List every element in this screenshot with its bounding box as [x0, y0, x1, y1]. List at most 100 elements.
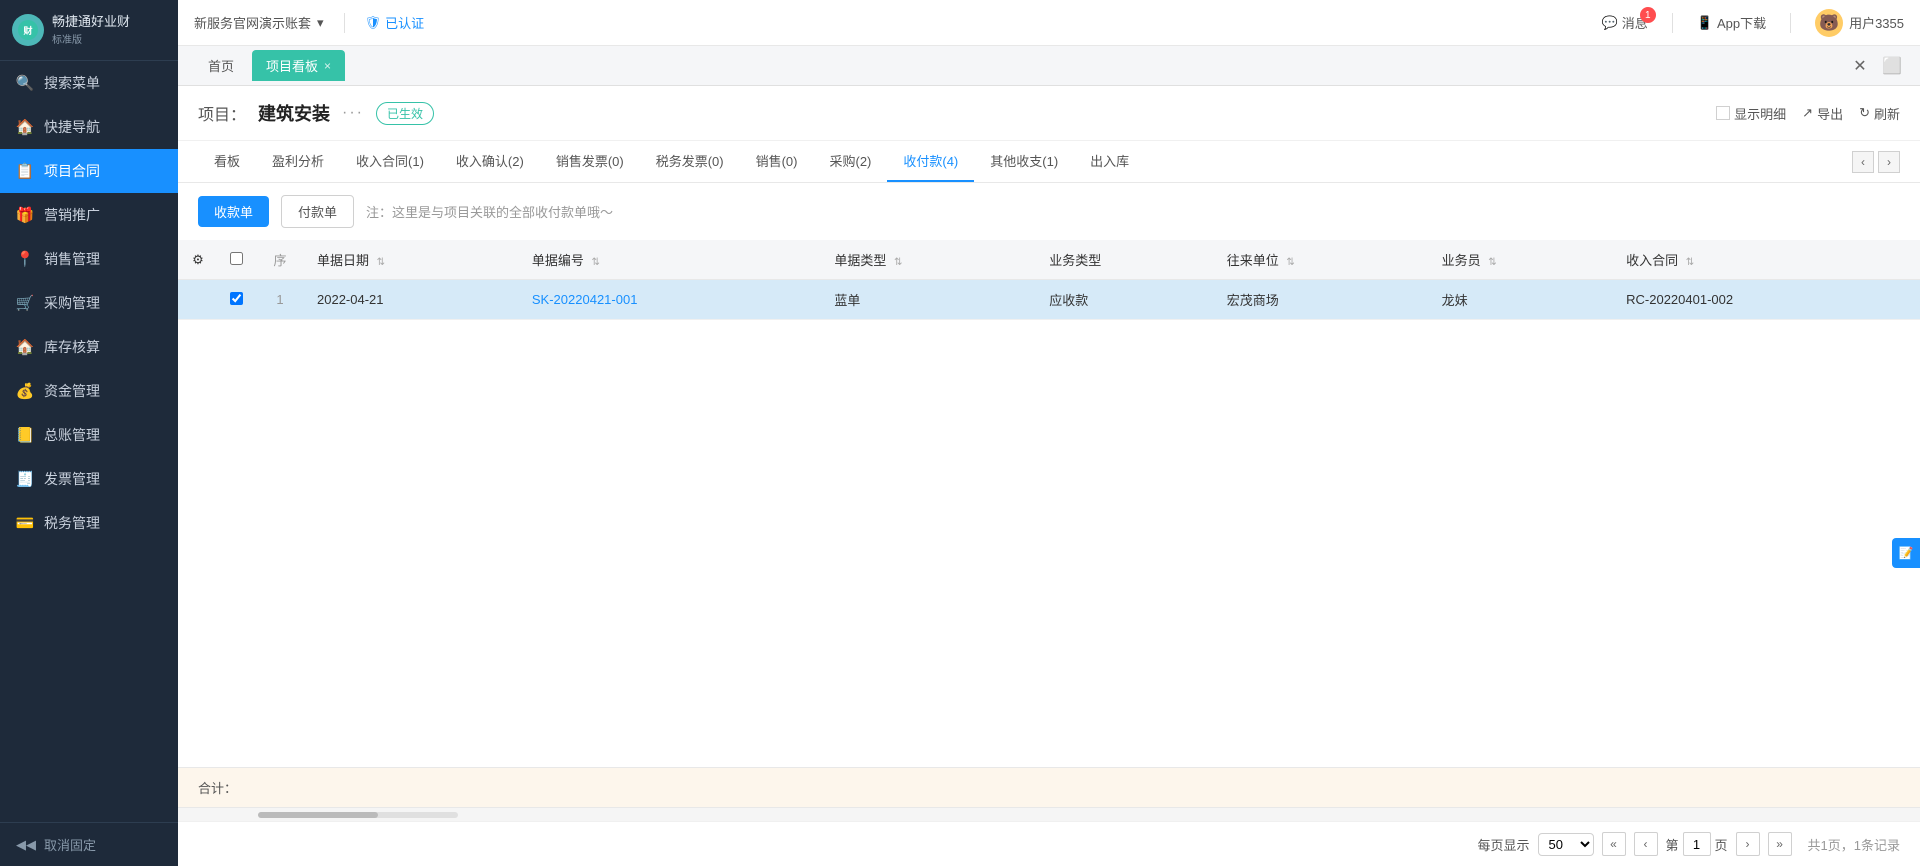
- row-code[interactable]: SK-20220421-001: [520, 280, 822, 320]
- page-input[interactable]: [1683, 832, 1711, 856]
- subtab-receipt[interactable]: 收付款(4): [887, 141, 974, 182]
- total-info: 共1页，1条记录: [1808, 835, 1900, 854]
- row-checkbox-cell[interactable]: [218, 280, 255, 320]
- scrollbar-thumb[interactable]: [258, 812, 378, 818]
- select-all-header[interactable]: [218, 240, 255, 280]
- table-container[interactable]: ⚙ 序 单据日期 ⇅ 单据编号 ⇅: [178, 240, 1920, 767]
- side-note-panel[interactable]: 📝: [1892, 538, 1920, 568]
- subtab-kanban[interactable]: 看板: [198, 141, 256, 182]
- salesman-label: 业务员: [1442, 253, 1481, 268]
- tab-close-icon[interactable]: ×: [324, 59, 331, 73]
- horizontal-scrollbar[interactable]: [178, 807, 1920, 821]
- account-name: 新服务官网演示账套: [194, 13, 311, 32]
- show-detail-label: 显示明细: [1734, 104, 1786, 123]
- subtab-sales-invoice[interactable]: 销售发票(0): [540, 141, 640, 182]
- sidebar-item-finance[interactable]: 💰 资金管理: [0, 369, 178, 413]
- sales-icon: 📍: [16, 250, 34, 268]
- close-window-button[interactable]: ✕: [1848, 54, 1872, 78]
- subtab-sales[interactable]: 销售(0): [740, 141, 814, 182]
- app-name: 畅捷通好业财: [52, 14, 130, 31]
- receipt-tab-button[interactable]: 收款单: [198, 196, 269, 227]
- salesman-sort-icon: ⇅: [1488, 257, 1496, 268]
- account-selector[interactable]: 新服务官网演示账套 ▾: [194, 13, 324, 32]
- export-button[interactable]: ↗ 导出: [1802, 104, 1843, 123]
- page-info: 第 页: [1666, 832, 1728, 856]
- app-download-button[interactable]: 📱 App下载: [1697, 13, 1766, 32]
- show-detail-toggle[interactable]: 显示明细: [1716, 104, 1786, 123]
- project-label: 项目：: [198, 101, 246, 125]
- user-menu[interactable]: 🐻 用户3355: [1815, 9, 1904, 37]
- scrollbar-track[interactable]: [258, 812, 458, 818]
- table-header: ⚙ 序 单据日期 ⇅ 单据编号 ⇅: [178, 240, 1920, 280]
- subtab-prev-button[interactable]: ‹: [1852, 151, 1874, 173]
- subtab-income-confirm[interactable]: 收入确认(2): [440, 141, 540, 182]
- subtab-profit[interactable]: 盈利分析: [256, 141, 340, 182]
- sidebar-item-label: 总账管理: [44, 425, 100, 445]
- sidebar-item-project-contract[interactable]: 📋 项目合同: [0, 149, 178, 193]
- type-header[interactable]: 单据类型 ⇅: [822, 240, 1037, 280]
- table-row[interactable]: 1 2022-04-21 SK-20220421-001 蓝单 应收款 宏茂商场…: [178, 280, 1920, 320]
- per-page-label: 每页显示: [1477, 835, 1529, 854]
- row-select-checkbox[interactable]: [230, 292, 243, 305]
- topbar-divider2: [1672, 13, 1673, 33]
- row-date: 2022-04-21: [305, 280, 520, 320]
- cancel-pin-button[interactable]: ◀◀ 取消固定: [0, 822, 178, 866]
- tab-label: 项目看板: [266, 56, 318, 75]
- show-detail-checkbox[interactable]: [1716, 106, 1730, 120]
- note-icon: 📝: [1899, 546, 1914, 560]
- data-table: ⚙ 序 单据日期 ⇅ 单据编号 ⇅: [178, 240, 1920, 320]
- last-page-button[interactable]: »: [1768, 832, 1792, 856]
- sidebar-item-search[interactable]: 🔍 搜索菜单: [0, 61, 178, 105]
- purchase-icon: 🛒: [16, 294, 34, 312]
- certified-badge: 🛡 已认证: [365, 13, 425, 32]
- sidebar-item-inventory[interactable]: 🏠 库存核算: [0, 325, 178, 369]
- maximize-window-button[interactable]: ⬜: [1880, 54, 1904, 78]
- sidebar-item-tax[interactable]: 💳 税务管理: [0, 501, 178, 545]
- row-income-contract: RC-20220401-002: [1614, 280, 1920, 320]
- tab-project-kanban[interactable]: 项目看板 ×: [252, 50, 345, 81]
- project-more-button[interactable]: ···: [342, 104, 364, 122]
- prev-page-button[interactable]: ‹: [1634, 832, 1658, 856]
- sidebar-item-marketing[interactable]: 🎁 营销推广: [0, 193, 178, 237]
- invoice-icon: 🧾: [16, 470, 34, 488]
- ledger-icon: 📒: [16, 426, 34, 444]
- per-page-select[interactable]: 50 20 100: [1538, 833, 1594, 856]
- subtab-tax-invoice[interactable]: 税务发票(0): [640, 141, 740, 182]
- sidebar-item-purchase[interactable]: 🛒 采购管理: [0, 281, 178, 325]
- date-sort-icon: ⇅: [377, 257, 385, 268]
- refresh-button[interactable]: ↻ 刷新: [1859, 104, 1900, 123]
- column-settings-header[interactable]: ⚙: [178, 240, 218, 280]
- sidebar-item-ledger[interactable]: 📒 总账管理: [0, 413, 178, 457]
- sidebar-item-sales[interactable]: 📍 销售管理: [0, 237, 178, 281]
- next-page-button[interactable]: ›: [1736, 832, 1760, 856]
- subtab-income-contract[interactable]: 收入合同(1): [340, 141, 440, 182]
- sidebar-item-label: 采购管理: [44, 293, 100, 313]
- pin-icon: ◀◀: [16, 837, 36, 853]
- sidebar-item-quick-nav[interactable]: 🏠 快捷导航: [0, 105, 178, 149]
- total-label: 合计：: [198, 778, 237, 797]
- payment-tab-button[interactable]: 付款单: [281, 195, 354, 228]
- project-name: 建筑安装: [258, 100, 330, 126]
- partner-header[interactable]: 往来单位 ⇅: [1215, 240, 1430, 280]
- subtab-in-out[interactable]: 出入库: [1074, 141, 1145, 182]
- tab-home[interactable]: 首页: [194, 50, 248, 81]
- app-logo: 财 畅捷通好业财 标准版: [0, 0, 178, 61]
- subtab-other-expense[interactable]: 其他收支(1): [974, 141, 1074, 182]
- topbar: 新服务官网演示账套 ▾ 🛡 已认证 💬 消息 1 📱 App下载 🐻 用户335…: [178, 0, 1920, 46]
- select-all-checkbox[interactable]: [230, 252, 243, 265]
- income-contract-header[interactable]: 收入合同 ⇅: [1614, 240, 1920, 280]
- main-area: 新服务官网演示账套 ▾ 🛡 已认证 💬 消息 1 📱 App下载 🐻 用户335…: [178, 0, 1920, 866]
- shield-icon: 🛡: [365, 15, 382, 31]
- message-button[interactable]: 💬 消息 1: [1602, 13, 1648, 32]
- first-page-button[interactable]: «: [1602, 832, 1626, 856]
- subtab-purchase[interactable]: 采购(2): [813, 141, 887, 182]
- code-header[interactable]: 单据编号 ⇅: [520, 240, 822, 280]
- app-version: 标准版: [52, 31, 130, 46]
- salesman-header[interactable]: 业务员 ⇅: [1430, 240, 1615, 280]
- page-unit: 页: [1715, 835, 1728, 854]
- subtab-next-button[interactable]: ›: [1878, 151, 1900, 173]
- sidebar-item-invoice[interactable]: 🧾 发票管理: [0, 457, 178, 501]
- document-link[interactable]: SK-20220421-001: [532, 292, 638, 307]
- date-header[interactable]: 单据日期 ⇅: [305, 240, 520, 280]
- account-dropdown-icon: ▾: [317, 15, 324, 31]
